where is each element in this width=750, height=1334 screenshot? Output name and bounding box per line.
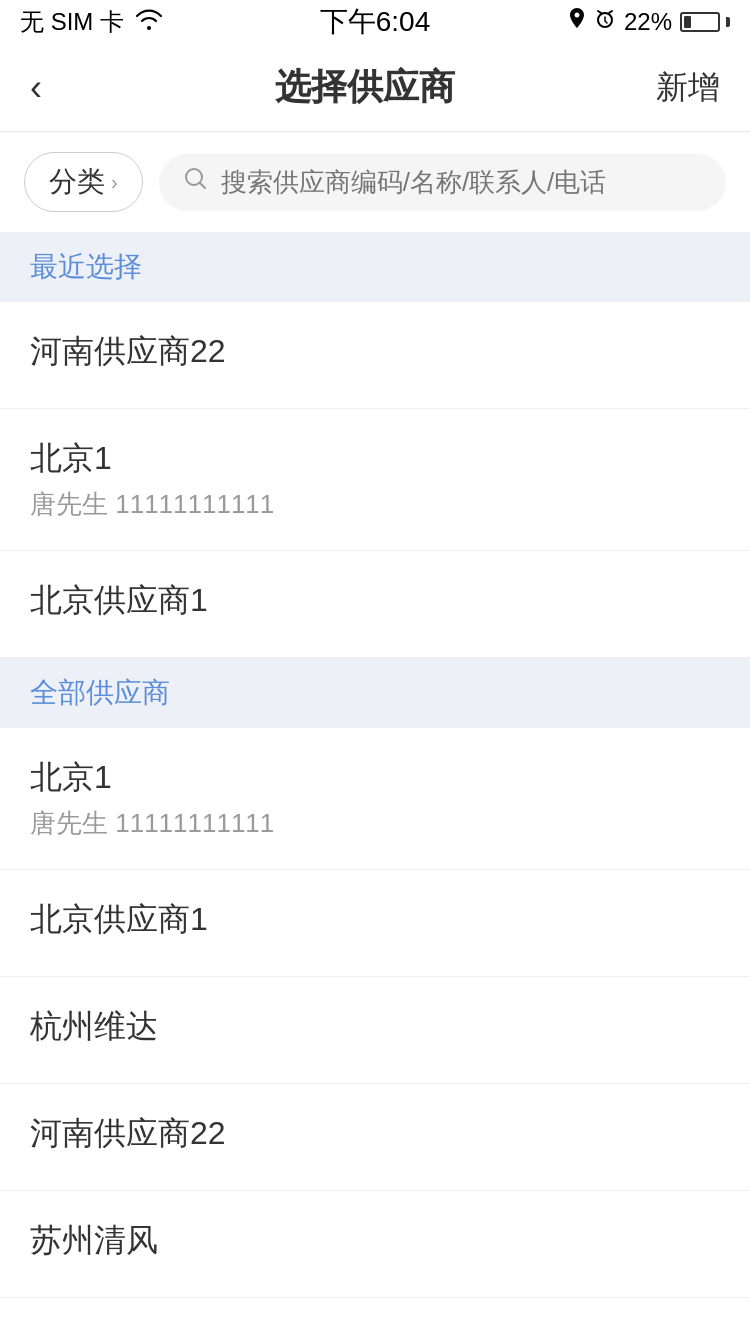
list-item[interactable]: 河南供应商22: [0, 1084, 750, 1191]
list-item[interactable]: 河南供应商22: [0, 302, 750, 409]
list-item[interactable]: 北京1 唐先生 11111111111: [0, 409, 750, 551]
filter-bar: 分类 ›: [0, 132, 750, 232]
category-button[interactable]: 分类 ›: [24, 152, 143, 212]
list-item[interactable]: 北京供应商1: [0, 870, 750, 977]
battery-label: 22%: [624, 8, 672, 36]
chevron-right-icon: ›: [111, 171, 118, 194]
location-icon: [568, 8, 586, 36]
all-section-label: 全部供应商: [30, 677, 170, 708]
alarm-icon: [594, 8, 616, 36]
recent-section-header: 最近选择: [0, 232, 750, 302]
status-right: 22%: [568, 8, 730, 36]
status-time: 下午6:04: [320, 3, 431, 41]
category-label: 分类: [49, 163, 105, 201]
list-item[interactable]: 苏州清风: [0, 1191, 750, 1298]
add-button[interactable]: 新增: [640, 66, 720, 110]
item-name: 杭州维达: [30, 1005, 720, 1049]
item-name: 苏州清风: [30, 1219, 720, 1263]
all-list: 北京1 唐先生 11111111111 北京供应商1 杭州维达 河南供应商22 …: [0, 728, 750, 1298]
all-section-header: 全部供应商: [0, 658, 750, 728]
item-name: 北京供应商1: [30, 898, 720, 942]
list-item[interactable]: 北京1 唐先生 11111111111: [0, 728, 750, 870]
recent-list: 河南供应商22 北京1 唐先生 11111111111 北京供应商1: [0, 302, 750, 658]
carrier-label: 无 SIM 卡: [20, 6, 124, 38]
wifi-icon: [134, 8, 164, 36]
status-left: 无 SIM 卡: [20, 6, 164, 38]
item-name: 河南供应商22: [30, 330, 720, 374]
status-bar: 无 SIM 卡 下午6:04 22%: [0, 0, 750, 44]
item-name: 河南供应商22: [30, 1112, 720, 1156]
back-button[interactable]: ‹: [30, 67, 90, 109]
item-name: 北京供应商1: [30, 579, 720, 623]
search-icon: [183, 166, 209, 199]
search-input[interactable]: [221, 167, 702, 198]
list-item[interactable]: 杭州维达: [0, 977, 750, 1084]
battery-indicator: [680, 12, 730, 32]
list-item[interactable]: 北京供应商1: [0, 551, 750, 658]
search-box[interactable]: [159, 154, 726, 211]
page-title: 选择供应商: [90, 63, 640, 112]
recent-section-label: 最近选择: [30, 251, 142, 282]
item-contact: 唐先生 11111111111: [30, 487, 720, 522]
item-contact: 唐先生 11111111111: [30, 806, 720, 841]
item-name: 北京1: [30, 756, 720, 800]
item-name: 北京1: [30, 437, 720, 481]
nav-bar: ‹ 选择供应商 新增: [0, 44, 750, 132]
